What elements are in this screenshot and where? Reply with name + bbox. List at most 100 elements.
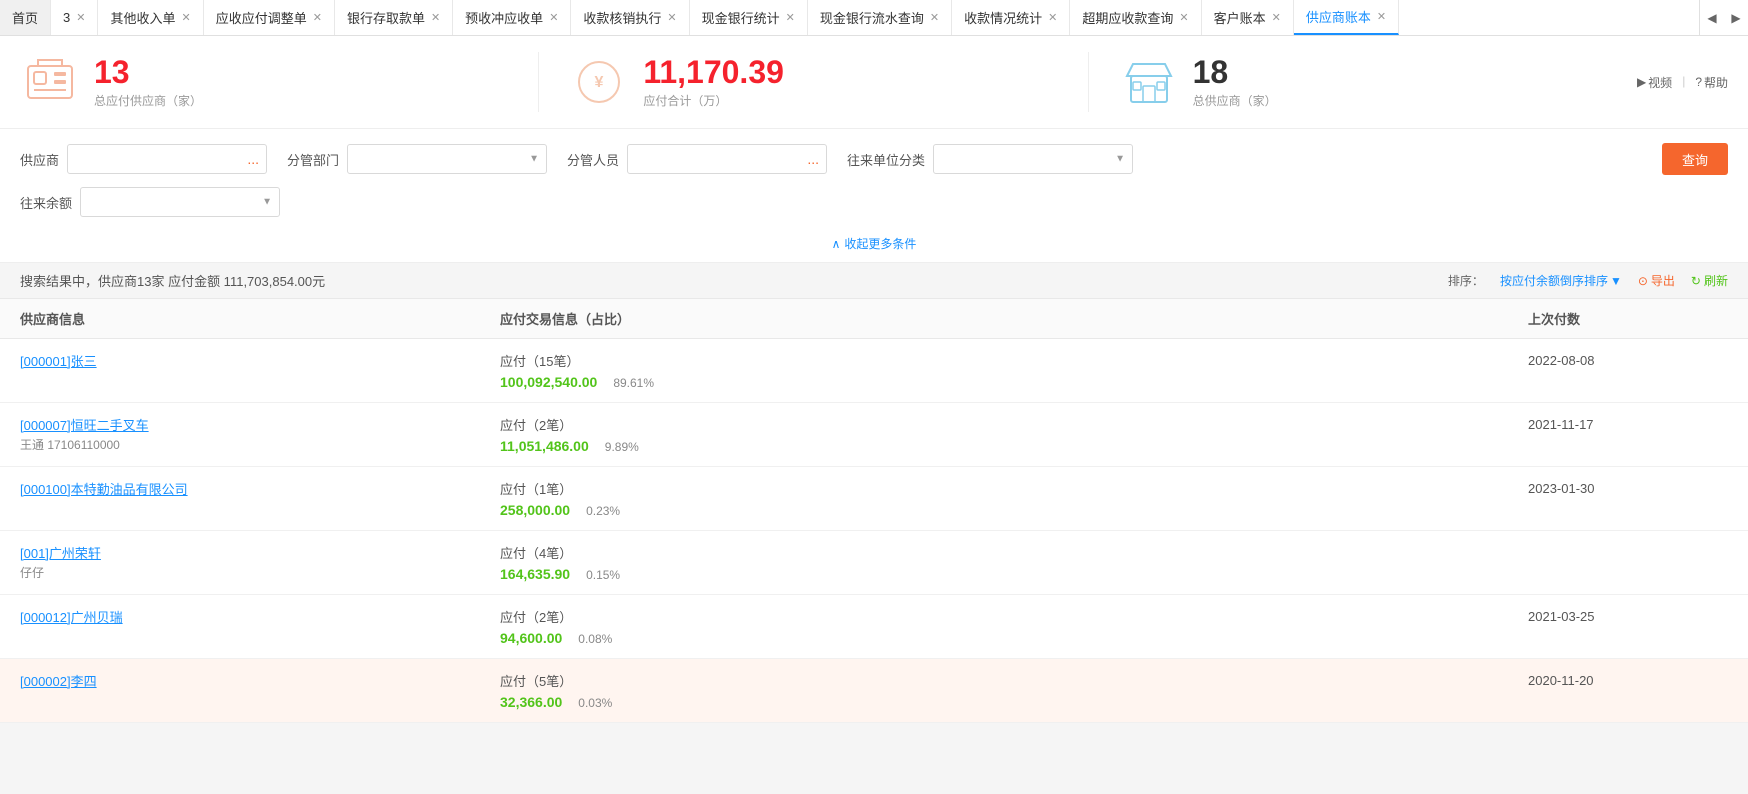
close-icon[interactable]: ✕ [930, 11, 939, 24]
close-icon[interactable]: ✕ [313, 11, 322, 24]
close-icon[interactable]: ✕ [667, 11, 676, 24]
balance-select-wrap: 选择... ▼ [80, 187, 280, 217]
close-icon[interactable]: ✕ [76, 11, 85, 24]
trans-amount-5: 94,600.00 [500, 630, 562, 646]
nav-overdue-ar-label: 超期应收款查询 [1082, 8, 1173, 27]
result-info: 搜索结果中，供应商13家 应付金额 111,703,854.00元 [20, 271, 325, 290]
nav-receipt-verify[interactable]: 收款核销执行 ✕ [571, 0, 689, 35]
video-label: 视频 [1648, 74, 1672, 91]
close-icon[interactable]: ✕ [431, 11, 440, 24]
supplier-link-4[interactable]: [001]广州荣轩 [20, 543, 500, 562]
nav-supplier-book[interactable]: 供应商账本 ✕ [1294, 0, 1399, 35]
chevron-up-icon: ∧ [832, 237, 841, 251]
collapse-button[interactable]: ∧ 收起更多条件 [832, 235, 917, 252]
stats-row: 13 总应付供应商（家） ¥ 11,170.39 应付合计（万） [0, 36, 1748, 129]
nav-home-label: 首页 [12, 8, 38, 27]
stat-text-suppliers: 13 总应付供应商（家） [94, 56, 202, 109]
supplier-sub-4: 仔仔 [20, 564, 500, 581]
close-icon[interactable]: ✕ [1377, 10, 1386, 23]
play-icon: ▶ [1637, 75, 1646, 89]
nav-receipt-stat[interactable]: 收款情况统计 ✕ [952, 0, 1070, 35]
store-icon [1119, 52, 1179, 112]
nav-prepay-ar[interactable]: 预收冲应收单 ✕ [453, 0, 571, 35]
refresh-label: 刷新 [1704, 272, 1728, 289]
stat-text-amount: 11,170.39 应付合计（万） [643, 56, 784, 109]
person-input[interactable] [627, 144, 827, 174]
close-icon[interactable]: ✕ [1179, 11, 1188, 24]
supplier-input[interactable] [67, 144, 267, 174]
sort-label: 排序： [1448, 272, 1484, 289]
transaction-data-2: 应付（2笔） 11,051,486.00 9.89% [500, 415, 1528, 454]
trans-amount-3: 258,000.00 [500, 502, 570, 518]
dept-filter-label: 分管部门 [287, 150, 339, 169]
supplier-sub-2: 王通 17106110000 [20, 436, 500, 453]
transaction-data-6: 应付（5笔） 32,366.00 0.03% [500, 671, 1528, 710]
nav-next-arrow[interactable]: ▶ [1724, 0, 1748, 36]
nav-arrows: ◀ ▶ [1699, 0, 1748, 36]
balance-select[interactable]: 选择... [80, 187, 280, 217]
nav-home[interactable]: 首页 [0, 0, 51, 35]
close-icon[interactable]: ✕ [549, 11, 558, 24]
transaction-data-1: 应付（15笔） 100,092,540.00 89.61% [500, 351, 1528, 390]
nav-bank-deposit[interactable]: 银行存取款单 ✕ [335, 0, 453, 35]
trans-amount-1: 100,092,540.00 [500, 374, 597, 390]
sort-value-label: 按应付余额倒序排序 [1500, 272, 1608, 289]
table-header: 供应商信息 应付交易信息（占比） 上次付数 [0, 299, 1748, 339]
close-icon[interactable]: ✕ [1272, 11, 1281, 24]
filter-balance: 往来余额 选择... ▼ [20, 187, 280, 217]
trans-amount-4: 164,635.90 [500, 566, 570, 582]
balance-filter-label: 往来余额 [20, 193, 72, 212]
nav-prev-arrow[interactable]: ◀ [1700, 0, 1724, 36]
export-label: 导出 [1651, 272, 1675, 289]
supplier-link-6[interactable]: [000002]李四 [20, 671, 500, 690]
trans-amount-6: 32,366.00 [500, 694, 562, 710]
export-button[interactable]: ⊙ 导出 [1638, 272, 1675, 289]
dept-select[interactable] [347, 144, 547, 174]
nav-other-income-label: 其他收入单 [110, 8, 175, 27]
sort-selector[interactable]: 按应付余额倒序排序 ▼ [1500, 272, 1622, 289]
last-pay-data-5: 2021-03-25 [1528, 607, 1728, 624]
supplier-link-1[interactable]: [000001]张三 [20, 351, 500, 370]
nav-customer-book[interactable]: 客户账本 ✕ [1202, 0, 1294, 35]
close-icon[interactable]: ✕ [786, 11, 795, 24]
stat-number-total: 18 [1193, 56, 1277, 88]
help-link[interactable]: ? 帮助 [1695, 74, 1728, 91]
person-filter-label: 分管人员 [567, 150, 619, 169]
nav-prepay-ar-label: 预收冲应收单 [465, 8, 543, 27]
search-button[interactable]: 查询 [1662, 143, 1728, 175]
last-pay-data-1: 2022-08-08 [1528, 351, 1728, 368]
transaction-data-3: 应付（1笔） 258,000.00 0.23% [500, 479, 1528, 518]
refresh-icon: ↻ [1691, 274, 1701, 288]
supplier-link-3[interactable]: [000100]本特勤油品有限公司 [20, 479, 500, 498]
trans-count-4: 应付（4笔） [500, 543, 1528, 562]
trans-count-5: 应付（2笔） [500, 607, 1528, 626]
refresh-button[interactable]: ↻ 刷新 [1691, 272, 1728, 289]
export-icon: ⊙ [1638, 274, 1648, 288]
last-pay-data-6: 2020-11-20 [1528, 671, 1728, 688]
col-header-supplier: 供应商信息 [20, 309, 500, 328]
nav-cash-bank-stat[interactable]: 现金银行统计 ✕ [690, 0, 808, 35]
close-icon[interactable]: ✕ [181, 11, 190, 24]
nav-overdue-ar[interactable]: 超期应收款查询 ✕ [1070, 0, 1201, 35]
stat-label-amount: 应付合计（万） [643, 92, 784, 109]
nav-customer-book-label: 客户账本 [1214, 8, 1266, 27]
last-pay-data-4 [1528, 543, 1728, 545]
nav-tab3[interactable]: 3 ✕ [51, 0, 98, 35]
trans-count-3: 应付（1笔） [500, 479, 1528, 498]
supplier-data-3: [000100]本特勤油品有限公司 [20, 479, 500, 498]
video-link[interactable]: ▶ 视频 [1637, 74, 1672, 91]
category-filter-label: 往来单位分类 [847, 150, 925, 169]
supplier-link-5[interactable]: [000012]广州贝瑞 [20, 607, 500, 626]
nav-ar-ap-adjust[interactable]: 应收应付调整单 ✕ [204, 0, 335, 35]
nav-cash-bank-flow[interactable]: 现金银行流水查询 ✕ [808, 0, 952, 35]
supplier-link-2[interactable]: [000007]恒旺二手叉车 [20, 415, 500, 434]
category-select[interactable] [933, 144, 1133, 174]
nav-other-income[interactable]: 其他收入单 ✕ [98, 0, 203, 35]
supplier-data-2: [000007]恒旺二手叉车 王通 17106110000 [20, 415, 500, 453]
supplier-data-6: [000002]李四 [20, 671, 500, 690]
stat-number-suppliers: 13 [94, 56, 202, 88]
trans-amount-2: 11,051,486.00 [500, 438, 589, 454]
stat-label-total: 总供应商（家） [1193, 92, 1277, 109]
nav-supplier-book-label: 供应商账本 [1306, 7, 1371, 26]
close-icon[interactable]: ✕ [1048, 11, 1057, 24]
